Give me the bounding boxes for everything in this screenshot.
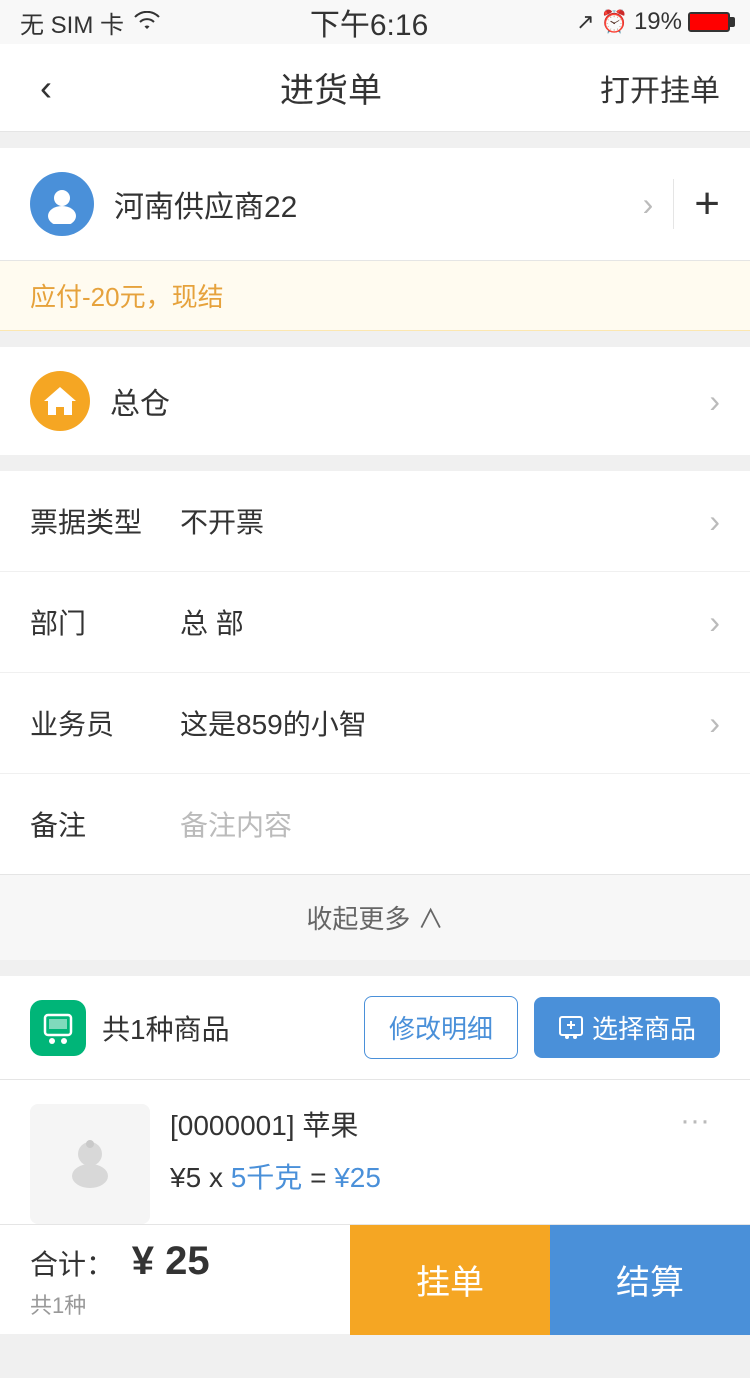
nav-bar: ‹ 进货单 打开挂单 xyxy=(0,44,750,132)
product-more-button[interactable]: ··· xyxy=(670,1104,720,1138)
remark-label: 备注 xyxy=(30,804,160,844)
hang-order-button[interactable]: 挂单 xyxy=(350,1225,550,1335)
supplier-avatar xyxy=(30,172,94,236)
equals-sign: = xyxy=(310,1162,334,1193)
product-code: [0000001] xyxy=(170,1110,302,1141)
product-icon-bg xyxy=(30,1000,86,1056)
product-info: [0000001] 苹果 ¥5 x 5千克 = ¥25 xyxy=(170,1104,670,1196)
back-button[interactable]: ‹ xyxy=(30,57,62,119)
form-section: 票据类型 不开票 › 部门 总 部 › 业务员 这是859的小智 › 备注 备注… xyxy=(0,471,750,874)
product-header: 共1种商品 修改明细 选择商品 xyxy=(0,976,750,1080)
product-price: ¥5 x 5千克 = ¥25 xyxy=(170,1156,670,1196)
invoice-type-chevron-icon: › xyxy=(709,503,720,540)
battery-percent: 19% xyxy=(634,8,682,36)
cart-icon xyxy=(41,1011,75,1045)
supplier-row[interactable]: 河南供应商22 › + xyxy=(0,148,750,261)
home-icon xyxy=(42,383,78,419)
carrier-label: 无 SIM 卡 xyxy=(20,5,124,40)
salesperson-chevron-icon: › xyxy=(709,705,720,742)
department-value: 总 部 xyxy=(180,602,709,642)
edit-detail-button[interactable]: 修改明细 xyxy=(364,996,518,1059)
total-amount: ¥ 25 xyxy=(132,1239,210,1283)
wifi-icon xyxy=(132,11,162,33)
select-product-label: 选择商品 xyxy=(592,1009,696,1046)
invoice-type-row[interactable]: 票据类型 不开票 › xyxy=(0,471,750,572)
settle-button[interactable]: 结算 xyxy=(550,1225,750,1335)
total-label: 合计： xyxy=(30,1249,114,1280)
status-bar-left: 无 SIM 卡 xyxy=(20,5,162,40)
footer-total-section: 合计： ¥ 25 共1种 xyxy=(0,1239,350,1320)
remark-row[interactable]: 备注 备注内容 xyxy=(0,774,750,874)
multiply-sign: x xyxy=(209,1162,231,1193)
open-hang-order-button[interactable]: 打开挂单 xyxy=(600,66,720,110)
page-title: 进货单 xyxy=(280,63,382,112)
status-bar-time: 下午6:16 xyxy=(310,0,428,44)
warehouse-name: 总仓 xyxy=(110,379,709,423)
footer-count: 共1种 xyxy=(30,1288,320,1320)
department-row[interactable]: 部门 总 部 › xyxy=(0,572,750,673)
warehouse-chevron-icon: › xyxy=(709,383,720,420)
invoice-type-value: 不开票 xyxy=(180,501,709,541)
product-item: [0000001] 苹果 ¥5 x 5千克 = ¥25 ··· xyxy=(0,1080,750,1248)
department-chevron-icon: › xyxy=(709,604,720,641)
warehouse-icon-bg xyxy=(30,371,90,431)
department-label: 部门 xyxy=(30,602,160,642)
status-bar-right: ↗ ⏰ 19% xyxy=(576,8,730,36)
remark-input[interactable]: 备注内容 xyxy=(180,804,720,844)
supplier-chevron-icon: › xyxy=(643,186,654,223)
warehouse-row[interactable]: 总仓 › xyxy=(0,347,750,455)
supplier-card: 河南供应商22 › + 应付-20元，现结 xyxy=(0,148,750,331)
supplier-name: 河南供应商22 xyxy=(114,182,643,226)
warehouse-card: 总仓 › xyxy=(0,347,750,455)
select-product-button[interactable]: 选择商品 xyxy=(534,997,720,1058)
divider xyxy=(673,179,674,229)
salesperson-value: 这是859的小智 xyxy=(180,703,709,743)
product-quantity: 5千克 xyxy=(231,1162,303,1193)
battery-icon xyxy=(688,12,730,32)
status-bar: 无 SIM 卡 下午6:16 ↗ ⏰ 19% xyxy=(0,0,750,44)
select-product-icon xyxy=(558,1015,584,1041)
product-thumbnail xyxy=(30,1104,150,1224)
salesperson-label: 业务员 xyxy=(30,703,160,743)
alarm-icon: ⏰ xyxy=(601,9,628,35)
product-placeholder-icon xyxy=(60,1134,120,1194)
supplier-notice: 应付-20元，现结 xyxy=(0,261,750,331)
location-icon: ↗ xyxy=(576,9,594,35)
salesperson-row[interactable]: 业务员 这是859的小智 › xyxy=(0,673,750,774)
footer: 合计： ¥ 25 共1种 挂单 结算 xyxy=(0,1224,750,1334)
person-icon xyxy=(42,184,82,224)
product-total: ¥25 xyxy=(334,1162,381,1193)
collapse-row[interactable]: 收起更多 ∧ xyxy=(0,874,750,960)
product-name: [0000001] 苹果 xyxy=(170,1104,670,1144)
price-value: ¥5 xyxy=(170,1162,201,1193)
add-supplier-button[interactable]: + xyxy=(694,179,720,229)
product-count-label: 共1种商品 xyxy=(102,1008,364,1048)
invoice-type-label: 票据类型 xyxy=(30,501,160,541)
